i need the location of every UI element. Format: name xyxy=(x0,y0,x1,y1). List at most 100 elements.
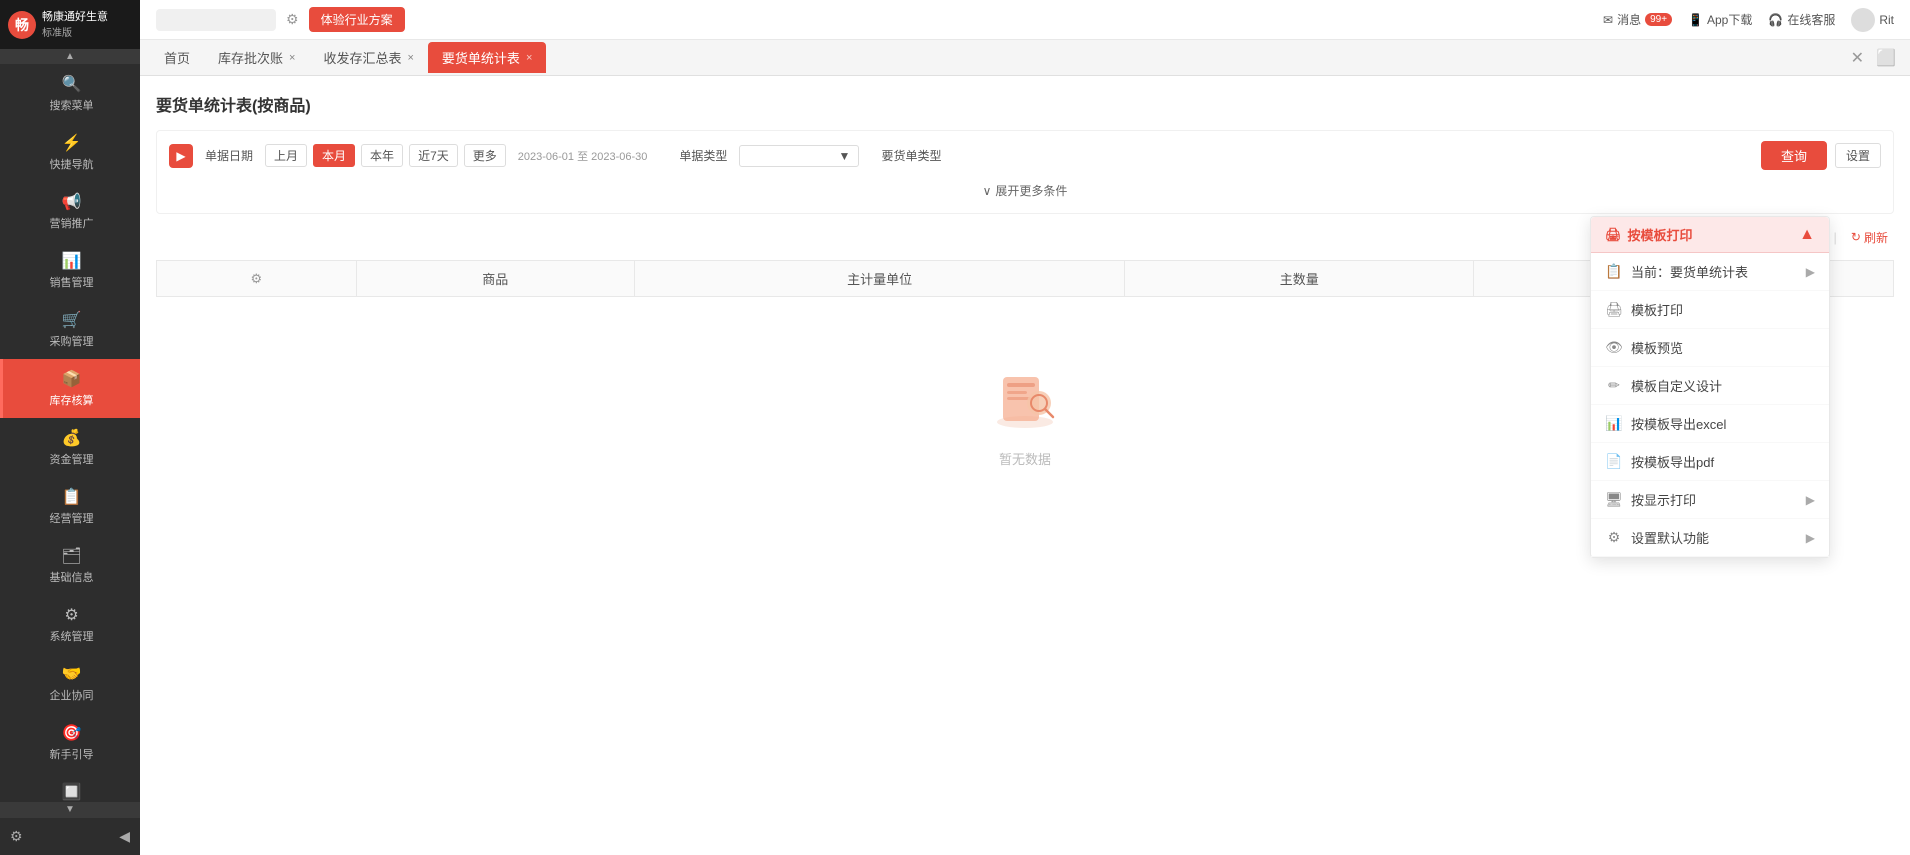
message-item[interactable]: ✉ 消息 99+ xyxy=(1603,11,1672,28)
online-service-label: 在线客服 xyxy=(1787,11,1835,28)
select-arrow-icon: ▼ xyxy=(839,149,851,163)
table-gear-icon[interactable]: ⚙ xyxy=(251,271,263,286)
tab-close-all-button[interactable]: ✕ xyxy=(1847,46,1868,70)
sidebar-item-quick-nav[interactable]: ⚡快捷导航 xyxy=(0,123,140,182)
message-label: 消息 xyxy=(1617,11,1641,28)
sidebar-scroll-down[interactable]: ▼ xyxy=(0,802,140,817)
filter-settings-button[interactable]: 设置 xyxy=(1835,143,1881,168)
sidebar-scroll-up[interactable]: ▲ xyxy=(0,49,140,64)
tab-close-receipt-summary[interactable]: × xyxy=(407,52,413,64)
search-icon: 🔍 xyxy=(62,74,82,94)
dropdown-item-current[interactable]: 📋 当前：要货单统计表 ▶ xyxy=(1591,253,1829,291)
sidebar-item-apps[interactable]: 🔲应用中心 xyxy=(0,772,140,802)
page-title: 要货单统计表(按商品) xyxy=(156,92,1894,116)
app-download-item[interactable]: 📱 App下载 xyxy=(1688,11,1752,28)
template-preview-icon: 👁 xyxy=(1605,339,1623,356)
refresh-button[interactable]: ↻ 刷新 xyxy=(1845,225,1894,250)
inventory-icon: 📦 xyxy=(62,369,82,389)
date-range-display: 2023-06-01 至 2023-06-30 xyxy=(518,148,648,164)
expand-more-label: 展开更多条件 xyxy=(995,182,1067,199)
guide-icon: 🎯 xyxy=(62,723,82,743)
sidebar-item-marketing[interactable]: 📢营销推广 xyxy=(0,182,140,241)
sidebar-item-finance[interactable]: 💰资金管理 xyxy=(0,418,140,477)
date-btn-上月[interactable]: 上月 xyxy=(265,144,307,167)
date-btn-本月[interactable]: 本月 xyxy=(313,144,355,167)
dropdown-item-template-pdf[interactable]: 📄 按模板导出pdf xyxy=(1591,443,1829,481)
settings-icon[interactable]: ⚙ xyxy=(10,828,23,845)
tab-close-batch-account[interactable]: × xyxy=(289,52,295,64)
dropdown-header: 🖨 按模板打印 ▲ xyxy=(1591,217,1829,253)
col-header-0: ⚙ xyxy=(157,261,357,297)
dropdown-item-template-preview[interactable]: 👁 模板预览 xyxy=(1591,329,1829,367)
sales-icon: 📊 xyxy=(62,251,82,271)
display-print-icon: 🖥 xyxy=(1605,491,1623,508)
topbar: ⚙ 体验行业方案 ✉ 消息 99+ 📱 App下载 🎧 在线客服 Rit xyxy=(140,0,1910,40)
sidebar-footer: ⚙ ◀ xyxy=(0,817,140,855)
sidebar-item-base[interactable]: 🗂基础信息 xyxy=(0,536,140,595)
username-label: Rit xyxy=(1879,13,1894,27)
date-btn-本年[interactable]: 本年 xyxy=(361,144,403,167)
template-print-icon: 🖨 xyxy=(1605,301,1623,318)
tab-order-stats[interactable]: 要货单统计表 × xyxy=(428,42,546,73)
tab-bar: 首页库存批次账×收发存汇总表× 要货单统计表 × ✕ ⬜ xyxy=(140,40,1910,76)
dropdown-item-display-print[interactable]: 🖥 按显示打印 ▶ xyxy=(1591,481,1829,519)
sidebar-item-operation[interactable]: 📋经营管理 xyxy=(0,477,140,536)
empty-text: 暂无数据 xyxy=(999,449,1051,468)
sidebar-item-search[interactable]: 🔍搜索菜单 xyxy=(0,64,140,123)
tab-receipt-summary[interactable]: 收发存汇总表× xyxy=(309,42,427,73)
main-content: ⚙ 体验行业方案 ✉ 消息 99+ 📱 App下载 🎧 在线客服 Rit xyxy=(140,0,1910,855)
tab-batch-account[interactable]: 库存批次账× xyxy=(204,42,309,73)
logo-icon: 畅 xyxy=(8,11,36,39)
date-btn-更多[interactable]: 更多 xyxy=(464,144,506,167)
type-select[interactable]: ▼ xyxy=(739,145,859,167)
type-filter-label: 单据类型 xyxy=(679,147,727,164)
operation-icon: 📋 xyxy=(62,487,82,507)
page-content: 要货单统计表(按商品) ▶ 单据日期 上月本月本年近7天更多 2023-06-0… xyxy=(140,76,1910,855)
col-header-1: 商品 xyxy=(356,261,634,297)
sidebar-item-guide[interactable]: 🎯新手引导 xyxy=(0,713,140,772)
sidebar-item-cooperation[interactable]: 🤝企业协同 xyxy=(0,654,140,713)
dropdown-close-button[interactable]: ▲ xyxy=(1799,226,1815,244)
dropdown-title: 按模板打印 xyxy=(1628,225,1693,244)
user-avatar[interactable]: Rit xyxy=(1851,8,1894,32)
app-name: 畅康通好生意 xyxy=(42,10,108,24)
date-btn-近7天[interactable]: 近7天 xyxy=(409,144,458,167)
sidebar-item-sales[interactable]: 📊销售管理 xyxy=(0,241,140,300)
expand-collapse-btn[interactable]: ▶ xyxy=(169,144,193,168)
dropdown-item-template-print[interactable]: 🖨 模板打印 xyxy=(1591,291,1829,329)
app-download-icon: 📱 xyxy=(1688,13,1703,27)
sidebar-item-system[interactable]: ⚙系统管理 xyxy=(0,595,140,654)
col-header-3: 主数量 xyxy=(1125,261,1474,297)
tab-home[interactable]: 首页 xyxy=(150,42,204,73)
cooperation-icon: 🤝 xyxy=(62,664,82,684)
apps-icon: 🔲 xyxy=(62,782,82,802)
dropdown-item-template-design[interactable]: ✏ 模板自定义设计 xyxy=(1591,367,1829,405)
message-icon: ✉ xyxy=(1603,13,1613,27)
current-label: 当前：要货单统计表 xyxy=(1631,262,1748,281)
settings-gear-icon[interactable]: ⚙ xyxy=(286,11,299,28)
tab-maximize-button[interactable]: ⬜ xyxy=(1872,46,1900,70)
display-print-label: 按显示打印 xyxy=(1631,490,1696,509)
query-button[interactable]: 查询 xyxy=(1761,141,1827,170)
expand-more-btn[interactable]: ∨ 展开更多条件 xyxy=(983,182,1068,199)
app-download-label: App下载 xyxy=(1707,11,1752,28)
trial-button[interactable]: 体验行业方案 xyxy=(309,7,405,32)
default-func-arrow: ▶ xyxy=(1806,531,1815,545)
headset-icon: 🎧 xyxy=(1768,13,1783,27)
finance-icon: 💰 xyxy=(62,428,82,448)
tab-label-order-stats: 要货单统计表 xyxy=(442,48,520,67)
refresh-label: 刷新 xyxy=(1864,229,1888,246)
marketing-icon: 📢 xyxy=(62,192,82,212)
display-print-arrow: ▶ xyxy=(1806,493,1815,507)
topbar-search-input[interactable] xyxy=(156,9,276,31)
tab-close-order-stats[interactable]: × xyxy=(526,52,532,64)
dropdown-item-template-excel[interactable]: 📊 按模板导出excel xyxy=(1591,405,1829,443)
collapse-icon[interactable]: ◀ xyxy=(119,828,130,845)
avatar-img xyxy=(1851,8,1875,32)
template-excel-icon: 📊 xyxy=(1605,415,1623,432)
sidebar-item-inventory[interactable]: 📦库存核算 xyxy=(0,359,140,418)
dropdown-item-default-func[interactable]: ⚙ 设置默认功能 ▶ xyxy=(1591,519,1829,557)
online-service-item[interactable]: 🎧 在线客服 xyxy=(1768,11,1835,28)
sidebar-item-purchase[interactable]: 🛒采购管理 xyxy=(0,300,140,359)
dropdown-print-icon: 🖨 xyxy=(1605,227,1622,243)
